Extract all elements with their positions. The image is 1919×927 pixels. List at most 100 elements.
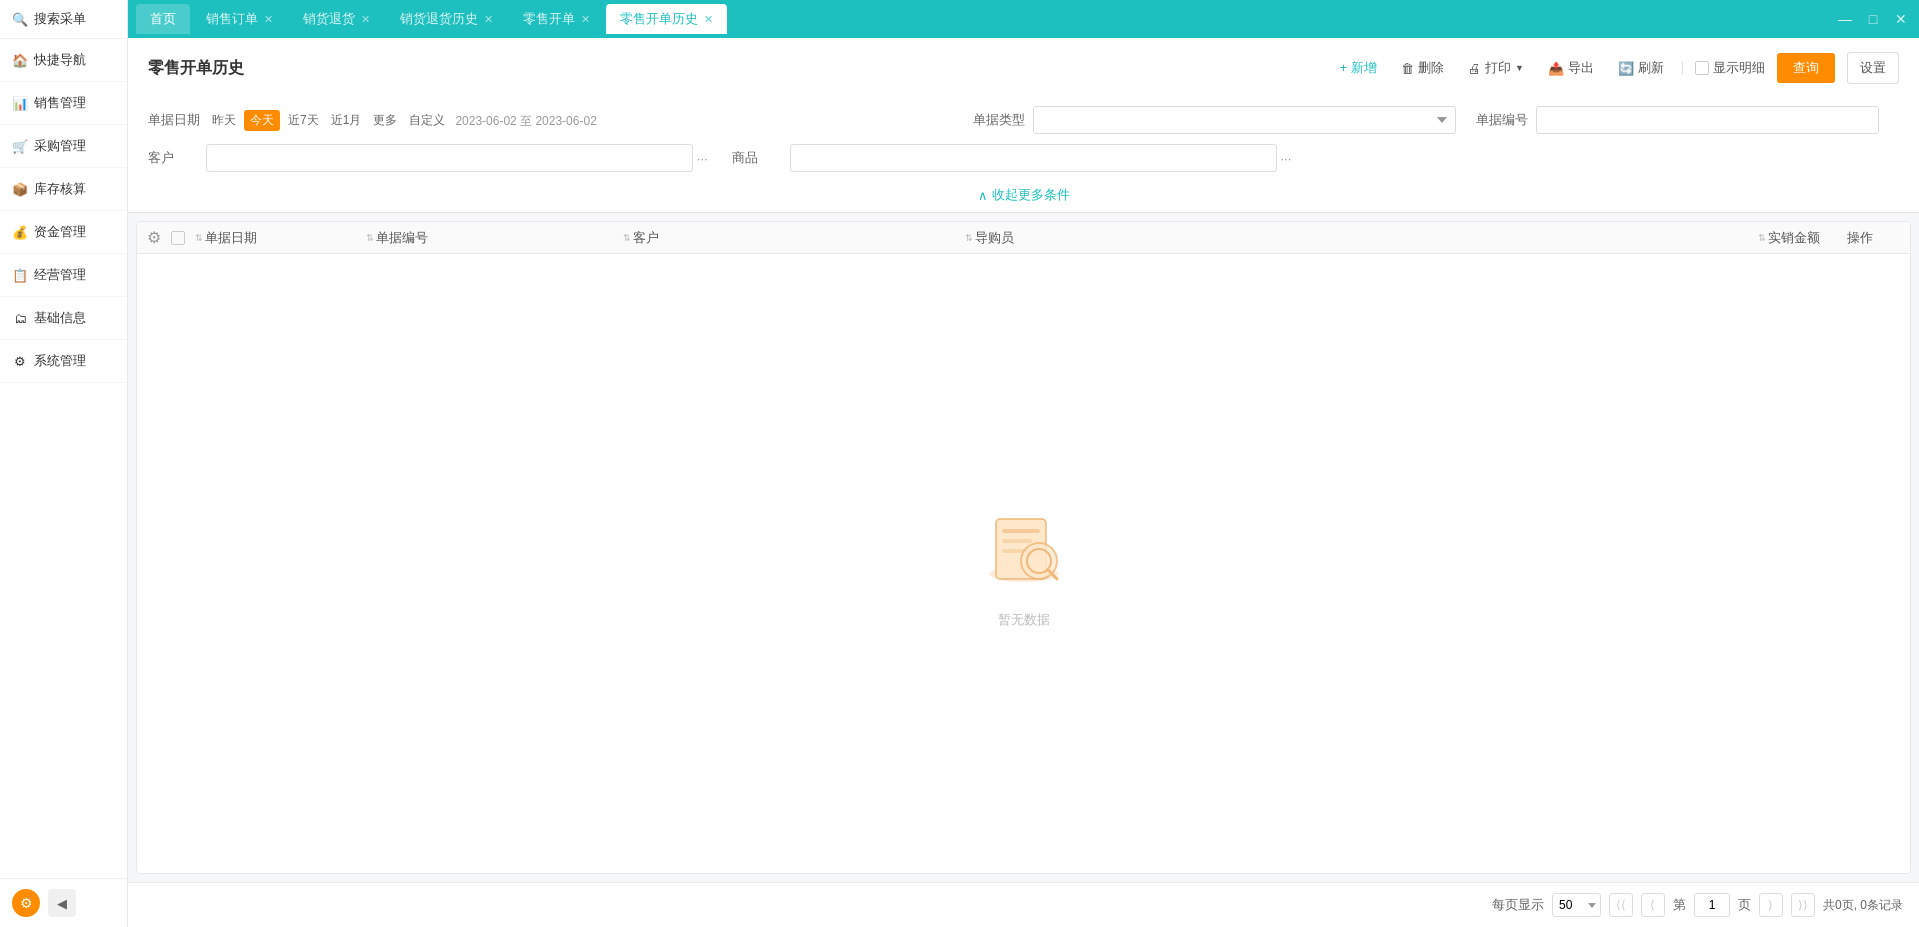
col-no[interactable]: ⇅ 单据编号 [366,229,623,247]
shortcut-yesterday[interactable]: 昨天 [208,110,240,131]
sidebar-search[interactable]: 🔍 搜索采单 [0,0,127,39]
order-type-label: 单据类型 [973,111,1025,129]
sidebar-item-label: 系统管理 [34,352,86,370]
page-word: 第 [1673,896,1686,914]
sidebar-item-quick-nav[interactable]: 🏠 快捷导航 [0,39,127,82]
sort-icon: ⇅ [366,233,374,243]
close-button[interactable]: ✕ [1891,9,1911,29]
col-customer[interactable]: ⇅ 客户 [623,229,965,247]
select-all-checkbox[interactable] [171,231,185,245]
settings-button[interactable]: ⚙ [12,889,40,917]
minimize-button[interactable]: — [1835,9,1855,29]
shortcut-custom[interactable]: 自定义 [405,110,449,131]
print-icon: 🖨 [1468,61,1481,76]
order-no-input[interactable] [1536,106,1879,134]
col-date[interactable]: ⇅ 单据日期 [195,229,366,247]
window-controls: — □ ✕ [1835,9,1911,29]
shortcut-more[interactable]: 更多 [369,110,401,131]
sidebar-item-label: 销售管理 [34,94,86,112]
tab-sales-order[interactable]: 销售订单 ✕ [192,4,287,34]
sidebar-bottom: ⚙ ◀ [0,878,127,927]
sort-icon: ⇅ [195,233,203,243]
order-no-label: 单据编号 [1476,111,1528,129]
product-label: 商品 [732,149,782,167]
sidebar-item-finance[interactable]: 💰 资金管理 [0,211,127,254]
tab-bar: 首页 销售订单 ✕ 销货退货 ✕ 销货退货历史 ✕ 零售开单 ✕ 零售开单历史 … [128,0,1919,38]
next-page-button[interactable]: ⟩ [1759,893,1783,917]
tab-retail-open-history[interactable]: 零售开单历史 ✕ [606,4,727,34]
tab-sales-return-history[interactable]: 销货退货历史 ✕ [386,4,507,34]
customer-input[interactable] [206,144,693,172]
show-detail-label: 显示明细 [1713,59,1765,77]
delete-icon: 🗑 [1401,61,1414,76]
clipboard-icon: 📋 [12,268,28,283]
shortcut-1month[interactable]: 近1月 [327,110,366,131]
refresh-icon: 🔄 [1618,61,1634,76]
sort-icon: ⇅ [965,233,973,243]
main-area: 首页 销售订单 ✕ 销货退货 ✕ 销货退货历史 ✕ 零售开单 ✕ 零售开单历史 … [128,0,1919,927]
sort-icon: ⇅ [623,233,631,243]
gear-icon: ⚙ [12,354,28,369]
shortcut-7days[interactable]: 近7天 [284,110,323,131]
filter-settings-button[interactable]: 设置 [1847,52,1899,84]
col-guide[interactable]: ⇅ 导购员 [965,229,1136,247]
query-label: 查询 [1793,60,1819,75]
collapse-filter-label: 收起更多条件 [992,186,1070,204]
tab-home[interactable]: 首页 [136,4,190,34]
collapse-filter-button[interactable]: ∧ 收起更多条件 [148,182,1899,212]
page-title-row: 零售开单历史 + 新增 🗑 删除 🖨 打印 ▼ 📤 [148,52,1899,84]
add-button[interactable]: + 新增 [1334,55,1383,81]
customer-search-icon[interactable]: ··· [693,151,712,166]
sidebar-item-label: 采购管理 [34,137,86,155]
first-page-button[interactable]: ⟨⟨ [1609,893,1633,917]
page-title: 零售开单历史 [148,58,244,79]
sidebar-item-purchase-mgmt[interactable]: 🛒 采购管理 [0,125,127,168]
tab-close-icon[interactable]: ✕ [581,14,590,25]
order-type-select[interactable] [1033,106,1456,134]
page-number-input[interactable] [1694,893,1730,917]
toolbar: + 新增 🗑 删除 🖨 打印 ▼ 📤 导出 [1334,52,1899,84]
filter-row-2: 客户 ··· 商品 ··· [148,144,1899,172]
page-label: 页 [1738,896,1751,914]
sidebar-item-sales-mgmt[interactable]: 📊 销售管理 [0,82,127,125]
last-page-button[interactable]: ⟩⟩ [1791,893,1815,917]
home-icon: 🏠 [12,53,28,68]
print-label: 打印 [1485,59,1511,77]
col-amount[interactable]: ⇅ 实销金额 [1649,229,1820,247]
print-button[interactable]: 🖨 打印 ▼ [1462,55,1530,81]
empty-state: 暂无数据 [137,254,1910,873]
table-settings-icon[interactable]: ⚙ [147,228,161,247]
refresh-button[interactable]: 🔄 刷新 [1612,55,1670,81]
shortcut-today[interactable]: 今天 [244,110,280,131]
tab-close-icon[interactable]: ✕ [361,14,370,25]
sidebar-item-operations[interactable]: 📋 经营管理 [0,254,127,297]
export-button[interactable]: 📤 导出 [1542,55,1600,81]
chart-icon: 📊 [12,96,28,111]
tab-retail-open[interactable]: 零售开单 ✕ [509,4,604,34]
sidebar-item-label: 库存核算 [34,180,86,198]
query-button[interactable]: 查询 [1777,53,1835,83]
tab-sales-return[interactable]: 销货退货 ✕ [289,4,384,34]
sidebar-collapse-button[interactable]: ◀ [48,889,76,917]
page-size-select[interactable]: 50 10 20 100 [1552,893,1601,917]
sidebar-item-sys-mgmt[interactable]: ⚙ 系统管理 [0,340,127,383]
folder-icon: 🗂 [12,311,28,326]
sidebar-item-label: 资金管理 [34,223,86,241]
page-header: 零售开单历史 + 新增 🗑 删除 🖨 打印 ▼ 📤 [128,38,1919,213]
sidebar-item-base-info[interactable]: 🗂 基础信息 [0,297,127,340]
date-range-display: 2023-06-02 至 2023-06-02 [455,113,596,130]
tab-close-icon[interactable]: ✕ [264,14,273,25]
prev-page-button[interactable]: ⟨ [1641,893,1665,917]
tab-close-icon[interactable]: ✕ [484,14,493,25]
svg-rect-2 [1002,529,1040,533]
tab-close-icon[interactable]: ✕ [704,14,713,25]
sidebar: 🔍 搜索采单 🏠 快捷导航 📊 销售管理 🛒 采购管理 📦 库存核算 💰 资金管… [0,0,128,927]
product-search-icon[interactable]: ··· [1277,151,1296,166]
maximize-button[interactable]: □ [1863,9,1883,29]
sidebar-item-inventory[interactable]: 📦 库存核算 [0,168,127,211]
tab-sales-return-label: 销货退货 [303,10,355,28]
show-detail-check-icon [1695,61,1709,75]
show-detail-checkbox[interactable]: 显示明细 [1695,59,1765,77]
delete-button[interactable]: 🗑 删除 [1395,55,1450,81]
product-input[interactable] [790,144,1277,172]
